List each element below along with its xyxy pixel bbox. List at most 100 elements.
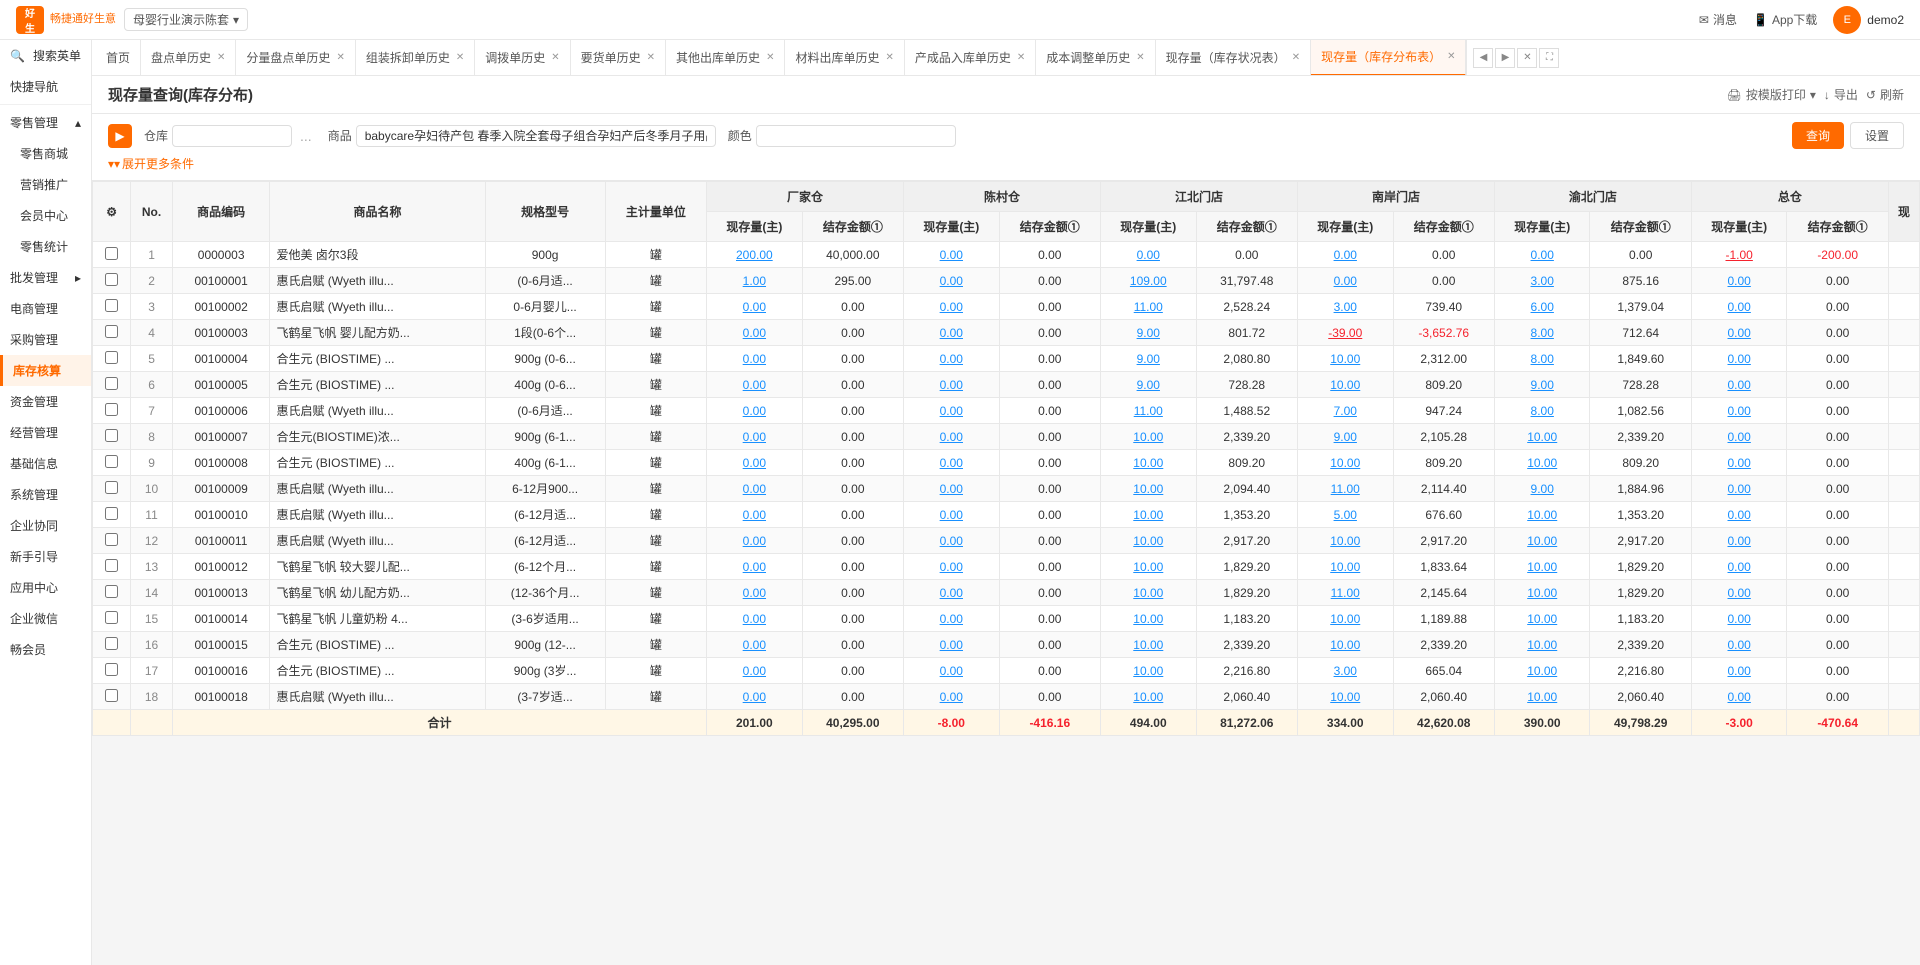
search-btn[interactable]: 查询 — [1792, 122, 1844, 149]
tab-inventory-status[interactable]: 现存量（库存状况表） ✕ — [1156, 40, 1311, 76]
tab-assembly[interactable]: 组装拆卸单历史 ✕ — [356, 40, 475, 76]
tab-material-out[interactable]: 材料出库单历史 ✕ — [785, 40, 904, 76]
col-check[interactable] — [93, 632, 131, 658]
col-check[interactable] — [93, 372, 131, 398]
col-check[interactable] — [93, 450, 131, 476]
export-btn[interactable]: ↓ 导出 — [1824, 86, 1858, 103]
color-input[interactable] — [756, 125, 956, 147]
col-check[interactable] — [93, 658, 131, 684]
tab-close-icon[interactable]: ✕ — [336, 52, 344, 63]
refresh-icon: ↺ — [1866, 88, 1876, 102]
col-check[interactable] — [93, 424, 131, 450]
tab-close-icon[interactable]: ✕ — [1292, 52, 1300, 63]
col-check[interactable] — [93, 684, 131, 710]
sidebar-item-retail-mgmt[interactable]: 零售管理 ▴ — [0, 107, 91, 138]
tab-transfer[interactable]: 调拨单历史 ✕ — [475, 40, 570, 76]
col-check[interactable] — [93, 320, 131, 346]
col-check[interactable] — [93, 528, 131, 554]
col-check[interactable] — [93, 268, 131, 294]
table-row: 1 0000003 爱他美 卤尔3段 900g 罐 200.00 40,000.… — [93, 242, 1920, 268]
sidebar-item-member[interactable]: 会员中心 — [0, 200, 91, 231]
col-name: 合生元 (BIOSTIME) ... — [270, 372, 485, 398]
col-name: 惠氏启赋 (Wyeth illu... — [270, 684, 485, 710]
sidebar-item-quicknav[interactable]: 快捷导航 — [0, 71, 91, 102]
tab-next-btn[interactable]: ▶ — [1495, 48, 1515, 68]
settings-btn[interactable]: 设置 — [1850, 122, 1904, 149]
sidebar-item-retail-store[interactable]: 零售商城 — [0, 138, 91, 169]
col-no: 12 — [131, 528, 173, 554]
industry-select[interactable]: 母婴行业演示陈套 ▾ — [124, 8, 248, 31]
sidebar-item-corpwechat[interactable]: 企业微信 — [0, 603, 91, 634]
sidebar-item-search[interactable]: 🔍 搜索英单 — [0, 40, 91, 71]
col-check[interactable] — [93, 346, 131, 372]
tab-home[interactable]: 首页 — [96, 40, 141, 76]
tab-prev-btn[interactable]: ◀ — [1473, 48, 1493, 68]
col-name: 爱他美 卤尔3段 — [270, 242, 485, 268]
sidebar-item-sys[interactable]: 系统管理 — [0, 479, 91, 510]
message-icon: ✉ — [1699, 13, 1709, 27]
print-btn[interactable]: 🖨 按模版打印 ▾ — [1727, 86, 1816, 103]
tab-order[interactable]: 要货单历史 ✕ — [571, 40, 666, 76]
tab-close-icon[interactable]: ✕ — [551, 52, 559, 63]
tab-close-icon[interactable]: ✕ — [1447, 51, 1455, 62]
col-check[interactable] — [93, 398, 131, 424]
col-check[interactable] — [93, 242, 131, 268]
tab-stock-history[interactable]: 盘点单历史 ✕ — [141, 40, 236, 76]
sidebar-item-vip[interactable]: 畅会员 — [0, 634, 91, 665]
col-unit: 罐 — [605, 268, 706, 294]
col-check[interactable] — [93, 294, 131, 320]
sidebar-item-corp[interactable]: 企业协同 — [0, 510, 91, 541]
tab-home-label: 首页 — [106, 49, 130, 66]
col-spec: 900g (0-6... — [485, 346, 605, 372]
tab-inventory-dist[interactable]: 现存量（库存分布表） ✕ — [1311, 40, 1466, 76]
sidebar-item-basic[interactable]: 基础信息 — [0, 448, 91, 479]
col-check[interactable] — [93, 554, 131, 580]
tab-close-icon[interactable]: ✕ — [217, 52, 225, 63]
tab-product-in[interactable]: 产成品入库单历史 ✕ — [905, 40, 1036, 76]
col-unit-header: 主计量单位 — [605, 182, 706, 242]
filter-expand-btn[interactable]: ▶ — [108, 124, 132, 148]
tab-expand-btn[interactable]: ⛶ — [1539, 48, 1559, 68]
col-check[interactable] — [93, 606, 131, 632]
tab-close-icon[interactable]: ✕ — [766, 52, 774, 63]
sidebar-item-appcenter[interactable]: 应用中心 — [0, 572, 91, 603]
tab-close-icon[interactable]: ✕ — [885, 52, 893, 63]
tab-part-stock[interactable]: 分量盘点单历史 ✕ — [236, 40, 355, 76]
col-check[interactable] — [93, 476, 131, 502]
tab-close-icon[interactable]: ✕ — [1136, 52, 1144, 63]
tab-close-icon[interactable]: ✕ — [456, 52, 464, 63]
app-download-btn[interactable]: 📱 App下载 — [1753, 11, 1817, 28]
tab-close-icon[interactable]: ✕ — [1017, 52, 1025, 63]
chevron-up-icon: ▴ — [75, 116, 81, 130]
col-spec: (6-12个月... — [485, 554, 605, 580]
goods-input[interactable] — [356, 125, 716, 147]
sidebar-item-finance[interactable]: 资金管理 — [0, 386, 91, 417]
col-cc-qty: 现存量(主) — [904, 212, 1000, 242]
sidebar-item-retail-stat[interactable]: 零售统计 — [0, 231, 91, 262]
col-unit: 罐 — [605, 502, 706, 528]
tab-outbound[interactable]: 其他出库单历史 ✕ — [666, 40, 785, 76]
col-unit: 罐 — [605, 346, 706, 372]
sidebar-item-guide[interactable]: 新手引导 — [0, 541, 91, 572]
col-check[interactable] — [93, 580, 131, 606]
sidebar-item-ecom[interactable]: 电商管理 — [0, 293, 91, 324]
sidebar-item-purchase[interactable]: 采购管理 — [0, 324, 91, 355]
col-settings-header[interactable]: ⚙ — [93, 182, 131, 242]
tab-close-all-btn[interactable]: ✕ — [1517, 48, 1537, 68]
sidebar-item-ops[interactable]: 经营管理 — [0, 417, 91, 448]
col-check[interactable] — [93, 502, 131, 528]
col-jb-qty: 现存量(主) — [1101, 212, 1197, 242]
message-btn[interactable]: ✉ 消息 — [1699, 11, 1737, 28]
user-area[interactable]: E demo2 — [1833, 6, 1904, 34]
sidebar-item-inventory[interactable]: 库存核算 — [0, 355, 91, 386]
tab-close-icon[interactable]: ✕ — [647, 52, 655, 63]
col-name: 惠氏启赋 (Wyeth illu... — [270, 502, 485, 528]
col-group-total: 总仓 — [1691, 182, 1888, 212]
warehouse-input[interactable] — [172, 125, 292, 147]
sidebar-item-mkt[interactable]: 营销推广 — [0, 169, 91, 200]
refresh-btn[interactable]: ↺ 刷新 — [1866, 86, 1904, 103]
expand-conditions-btn[interactable]: ▾▾ 展开更多条件 — [108, 155, 1904, 172]
col-code: 00100013 — [172, 580, 270, 606]
sidebar-item-wholesale[interactable]: 批发管理 ▸ — [0, 262, 91, 293]
tab-cost-adj[interactable]: 成本调整单历史 ✕ — [1036, 40, 1155, 76]
